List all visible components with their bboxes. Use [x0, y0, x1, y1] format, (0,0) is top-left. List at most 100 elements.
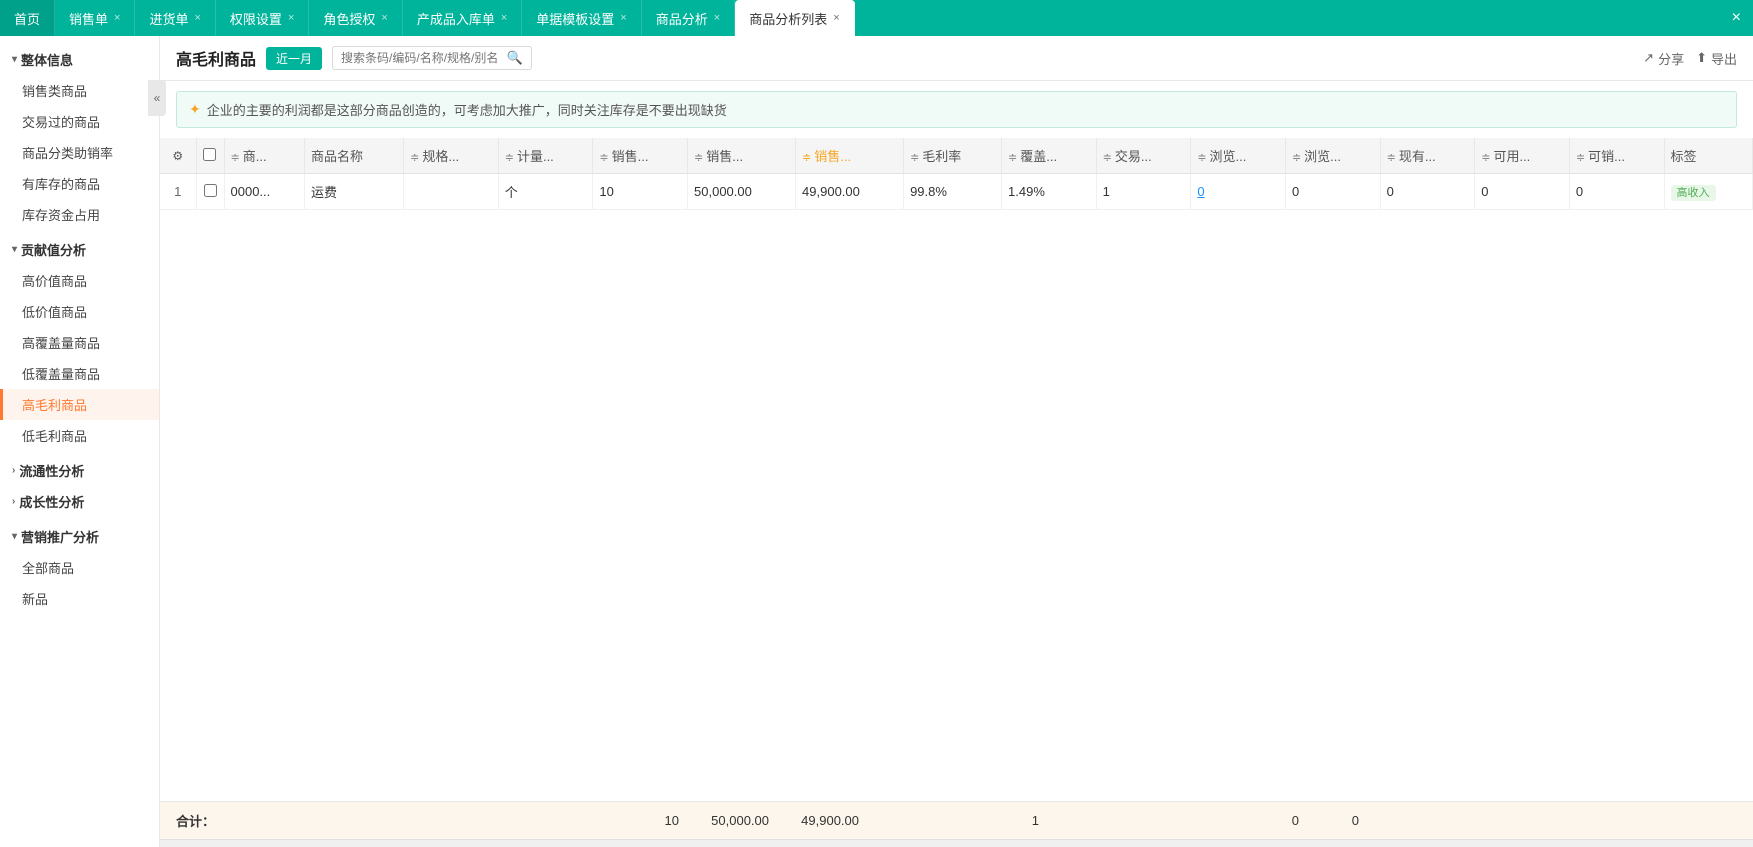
sidebar-item-low-margin[interactable]: 低毛利商品: [0, 420, 159, 451]
nav-product-storage[interactable]: 产成品入库单 ×: [403, 0, 522, 36]
row-current-stock: 0: [1380, 174, 1475, 210]
row-select-checkbox[interactable]: [204, 184, 217, 197]
close-icon[interactable]: ×: [194, 12, 200, 24]
sidebar-item-high-coverage[interactable]: 高覆盖量商品: [0, 327, 159, 358]
col-transactions[interactable]: ≑交易...: [1096, 138, 1191, 174]
nav-product-analysis-list[interactable]: 商品分析列表 ×: [735, 0, 854, 36]
col-unit[interactable]: ≑计量...: [498, 138, 593, 174]
chevron-right-icon: ›: [12, 496, 15, 507]
close-icon[interactable]: ×: [114, 12, 120, 24]
col-code[interactable]: ≑商...: [224, 138, 304, 174]
sidebar-item-low-coverage[interactable]: 低覆盖量商品: [0, 358, 159, 389]
row-available-stock: 0: [1475, 174, 1570, 210]
share-button[interactable]: ↗ 分享: [1643, 49, 1684, 68]
row-checkbox[interactable]: [196, 174, 224, 210]
sidebar-item-new-goods[interactable]: 新品: [0, 583, 159, 614]
row-spec: [404, 174, 499, 210]
col-coverage[interactable]: ≑覆盖...: [1002, 138, 1097, 174]
select-all-checkbox[interactable]: [203, 148, 216, 161]
sidebar-item-sales-goods[interactable]: 销售类商品: [0, 75, 159, 106]
col-settings[interactable]: ⚙: [160, 138, 196, 174]
close-icon[interactable]: ×: [714, 12, 720, 24]
chevron-down-icon: ▾: [12, 531, 17, 542]
col-checkbox[interactable]: [196, 138, 224, 174]
nav-permission-settings[interactable]: 权限设置 ×: [216, 0, 309, 36]
footer-label: 合计：: [176, 811, 215, 830]
search-input[interactable]: [341, 51, 507, 65]
nav-home[interactable]: 首页: [0, 0, 55, 36]
footer-sales-profit: 49,900.00: [785, 813, 875, 828]
sidebar-item-high-margin[interactable]: 高毛利商品: [0, 389, 159, 420]
col-spec[interactable]: ≑规格...: [404, 138, 499, 174]
sidebar-item-category-rate[interactable]: 商品分类助销率: [0, 137, 159, 168]
close-icon[interactable]: ×: [833, 12, 839, 24]
row-name: 运费: [304, 174, 403, 210]
sidebar-item-in-stock-goods[interactable]: 有库存的商品: [0, 168, 159, 199]
content-header: 高毛利商品 近一月 🔍 ↗ 分享 ⬆ 导出: [160, 36, 1753, 81]
close-icon[interactable]: ×: [501, 12, 507, 24]
chevron-right-icon: ›: [12, 465, 15, 476]
top-navigation: 首页 销售单 × 进货单 × 权限设置 × 角色授权 × 产成品入库单 × 单据…: [0, 0, 1753, 36]
chevron-down-icon: ▾: [12, 244, 17, 255]
sidebar-item-all-goods[interactable]: 全部商品: [0, 552, 159, 583]
row-transactions: 1: [1096, 174, 1191, 210]
export-button[interactable]: ⬆ 导出: [1696, 49, 1737, 68]
main-layout: ▾ 整体信息 销售类商品 交易过的商品 商品分类助销率 有库存的商品 库存资金占…: [0, 36, 1753, 847]
horizontal-scrollbar[interactable]: [160, 839, 1753, 847]
sidebar-group-marketing[interactable]: ▾ 营销推广分析: [0, 521, 159, 552]
sidebar-collapse-button[interactable]: «: [148, 80, 166, 116]
footer-sales-amount: 50,000.00: [695, 813, 785, 828]
table-container[interactable]: ⚙ ≑商... 商品名称 ≑规格... ≑计量... ≑销售... ≑销售...…: [160, 138, 1753, 801]
sidebar-item-traded-goods[interactable]: 交易过的商品: [0, 106, 159, 137]
nav-sales-order[interactable]: 销售单 ×: [55, 0, 135, 36]
nav-product-analysis[interactable]: 商品分析 ×: [642, 0, 735, 36]
close-all-button[interactable]: ×: [1720, 9, 1753, 27]
col-sales-amount[interactable]: ≑销售...: [688, 138, 796, 174]
sidebar: ▾ 整体信息 销售类商品 交易过的商品 商品分类助销率 有库存的商品 库存资金占…: [0, 36, 160, 847]
close-icon[interactable]: ×: [288, 12, 294, 24]
row-sales-qty: 10: [593, 174, 688, 210]
col-sales-profit[interactable]: ≑销售...: [796, 138, 904, 174]
row-coverage: 1.49%: [1002, 174, 1097, 210]
col-current-stock[interactable]: ≑现有...: [1380, 138, 1475, 174]
search-icon[interactable]: 🔍: [507, 50, 523, 66]
sidebar-group-overall[interactable]: ▾ 整体信息: [0, 44, 159, 75]
nav-purchase-order[interactable]: 进货单 ×: [135, 0, 215, 36]
col-browse1[interactable]: ≑浏览...: [1191, 138, 1286, 174]
col-available-stock[interactable]: ≑可用...: [1475, 138, 1570, 174]
row-browse1[interactable]: 0: [1191, 174, 1286, 210]
col-gross-margin[interactable]: ≑毛利率: [904, 138, 1002, 174]
sidebar-item-high-value[interactable]: 高价值商品: [0, 265, 159, 296]
sidebar-group-contribution[interactable]: ▾ 贡献值分析: [0, 234, 159, 265]
nav-template-settings[interactable]: 单据模板设置 ×: [522, 0, 641, 36]
header-actions: ↗ 分享 ⬆ 导出: [1643, 49, 1737, 68]
sidebar-group-liquidity[interactable]: › 流通性分析: [0, 455, 159, 486]
row-code: 0000...: [224, 174, 304, 210]
row-sellable-stock: 0: [1569, 174, 1664, 210]
col-tag: 标签: [1664, 138, 1752, 174]
close-icon[interactable]: ×: [620, 12, 626, 24]
row-tag: 高收入: [1664, 174, 1752, 210]
page-title: 高毛利商品: [176, 46, 256, 70]
table-row: 1 0000... 运费 个 10 50,000.00 49,900.00 99…: [160, 174, 1753, 210]
row-sales-profit: 49,900.00: [796, 174, 904, 210]
row-unit: 个: [498, 174, 593, 210]
content-area: 高毛利商品 近一月 🔍 ↗ 分享 ⬆ 导出 ✦ 企业的主要的利润都是这部分商品创…: [160, 36, 1753, 847]
info-icon: ✦: [189, 101, 201, 118]
footer-sales-qty: 10: [625, 813, 695, 828]
footer-totals-bar: 合计： 10 50,000.00 49,900.00 1 0 0: [160, 801, 1753, 839]
col-sellable-stock[interactable]: ≑可销...: [1569, 138, 1664, 174]
close-icon[interactable]: ×: [381, 12, 387, 24]
tag-badge: 高收入: [1671, 185, 1716, 201]
sidebar-item-low-value[interactable]: 低价值商品: [0, 296, 159, 327]
sidebar-item-stock-capital[interactable]: 库存资金占用: [0, 199, 159, 230]
data-table: ⚙ ≑商... 商品名称 ≑规格... ≑计量... ≑销售... ≑销售...…: [160, 138, 1753, 210]
row-browse2: 0: [1285, 174, 1380, 210]
nav-role-auth[interactable]: 角色授权 ×: [309, 0, 402, 36]
col-sales-qty[interactable]: ≑销售...: [593, 138, 688, 174]
row-gross-margin: 99.8%: [904, 174, 1002, 210]
date-filter-button[interactable]: 近一月: [266, 47, 322, 70]
col-browse2[interactable]: ≑浏览...: [1285, 138, 1380, 174]
col-name: 商品名称: [304, 138, 403, 174]
sidebar-group-growth[interactable]: › 成长性分析: [0, 486, 159, 517]
